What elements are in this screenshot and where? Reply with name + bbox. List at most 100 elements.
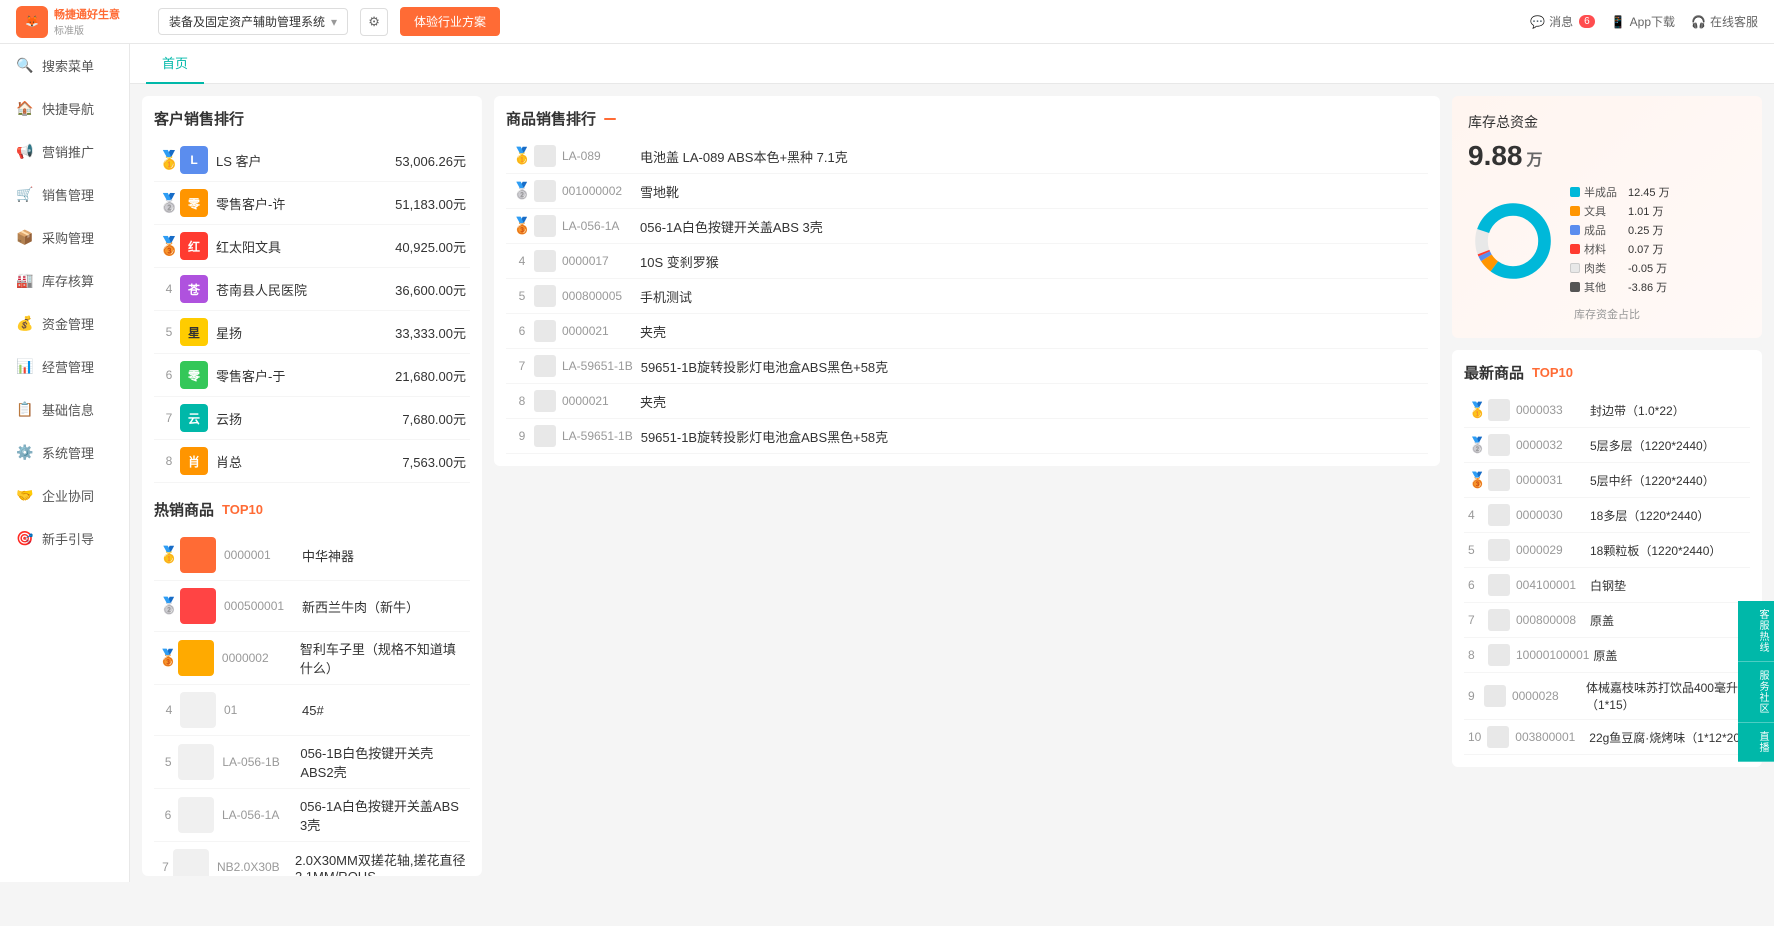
new-product-item[interactable]: 🥇 0000033 封边带（1.0*22） bbox=[1464, 393, 1750, 428]
legend-dot-finished bbox=[1570, 225, 1580, 235]
product-item[interactable]: 🥇 0000001 中华神器 bbox=[154, 530, 470, 581]
sidebar-item-company[interactable]: 🤝 企业协同 bbox=[0, 474, 129, 517]
np-medal: 🥉 bbox=[1468, 471, 1488, 489]
customer-amount: 53,006.26元 bbox=[395, 151, 466, 170]
sidebar-label-purchase: 采购管理 bbox=[42, 228, 94, 247]
np-name: 5层中纤（1220*2440） bbox=[1590, 472, 1715, 489]
rank-item[interactable]: 🥉 红 红太阳文具 40,925.00元 bbox=[154, 225, 470, 268]
np-name: 原盖 bbox=[1590, 612, 1614, 629]
sidebar-item-search[interactable]: 🔍 搜索菜单 bbox=[0, 44, 129, 87]
system-selector[interactable]: 装备及固定资产辅助管理系统 ▾ bbox=[158, 8, 348, 35]
product-item[interactable]: 🥈 000500001 新西兰牛肉（新牛） bbox=[154, 581, 470, 632]
rank-item[interactable]: 🥈 零 零售客户-许 51,183.00元 bbox=[154, 182, 470, 225]
rank-item[interactable]: 7 云 云扬 7,680.00元 bbox=[154, 397, 470, 440]
np-rank-num: 8 bbox=[1468, 648, 1488, 662]
sidebar-item-operation[interactable]: 📊 经营管理 bbox=[0, 345, 129, 388]
new-product-item[interactable]: 4 0000030 18多层（1220*2440） bbox=[1464, 498, 1750, 533]
product-rank-num: 6 bbox=[158, 808, 178, 822]
sidebar-label-inventory: 库存核算 bbox=[42, 271, 94, 290]
goods-item[interactable]: 🥈 001000002 雪地靴 bbox=[506, 174, 1428, 209]
online-service-button[interactable]: 🎧 在线客服 bbox=[1691, 13, 1758, 30]
goods-item[interactable]: 8 0000021 夹壳 bbox=[506, 384, 1428, 419]
np-rank-num: 9 bbox=[1468, 689, 1484, 703]
goods-item[interactable]: 5 000800005 手机测试 bbox=[506, 279, 1428, 314]
settings-button[interactable]: ⚙ bbox=[360, 8, 388, 36]
sidebar-item-guide[interactable]: 🎯 新手引导 bbox=[0, 517, 129, 560]
customer-amount: 21,680.00元 bbox=[395, 366, 466, 385]
np-thumb bbox=[1484, 685, 1506, 707]
new-product-item[interactable]: 🥉 0000031 5层中纤（1220*2440） bbox=[1464, 463, 1750, 498]
company-icon: 🤝 bbox=[16, 487, 34, 505]
sidebar-item-system[interactable]: ⚙️ 系统管理 bbox=[0, 431, 129, 474]
goods-item[interactable]: 7 LA-59651-1B 59651-1B旋转投影灯电池盒ABS黑色+58克 bbox=[506, 349, 1428, 384]
goods-item[interactable]: 9 LA-59651-1B 59651-1B旋转投影灯电池盒ABS黑色+58克 bbox=[506, 419, 1428, 454]
goods-medal: 🥇 bbox=[510, 146, 534, 166]
product-rank-medal: 🥈 bbox=[158, 596, 180, 616]
content-area: 客户销售排行 🥇 L LS 客户 53,006.26元 🥈 零 零售客户-许 5… bbox=[130, 84, 1774, 888]
sidebar-item-purchase[interactable]: 📦 采购管理 bbox=[0, 216, 129, 259]
product-code: 0000002 bbox=[222, 651, 292, 665]
goods-item[interactable]: 6 0000021 夹壳 bbox=[506, 314, 1428, 349]
goods-item[interactable]: 4 0000017 10S 变刹罗猴 bbox=[506, 244, 1428, 279]
new-product-item[interactable]: 5 0000029 18颗粒板（1220*2440） bbox=[1464, 533, 1750, 568]
sidebar-item-sales[interactable]: 🛒 销售管理 bbox=[0, 173, 129, 216]
np-code: 003800001 bbox=[1515, 730, 1585, 744]
mobile-icon: 📱 bbox=[1611, 15, 1626, 29]
product-item[interactable]: 🥉 0000002 智利车子里（规格不知道填什么） bbox=[154, 632, 470, 685]
top-right-area: 💬 消息 6 📱 App下载 🎧 在线客服 bbox=[1530, 13, 1758, 30]
new-product-item[interactable]: 🥈 0000032 5层多层（1220*2440） bbox=[1464, 428, 1750, 463]
tab-home[interactable]: 首页 bbox=[146, 44, 204, 84]
rank-item[interactable]: 🥇 L LS 客户 53,006.26元 bbox=[154, 139, 470, 182]
sidebar-label-operation: 经营管理 bbox=[42, 357, 94, 376]
service-hotline-button[interactable]: 客服热线 bbox=[1738, 601, 1774, 662]
new-product-item[interactable]: 9 0000028 体械嘉枝味苏打饮品400毫升（1*15） bbox=[1464, 673, 1750, 720]
np-rank-num: 10 bbox=[1468, 730, 1487, 744]
trial-button[interactable]: 体验行业方案 bbox=[400, 7, 500, 36]
product-item[interactable]: 7 NB2.0X30B 2.0X30MM双搓花轴,搓花直径2.1MM/ROHS bbox=[154, 842, 470, 876]
sidebar-item-inventory[interactable]: 🏭 库存核算 bbox=[0, 259, 129, 302]
legend-item-stationery: 文具 1.01 万 bbox=[1570, 203, 1670, 219]
rank-item[interactable]: 4 苍 苍南县人民医院 36,600.00元 bbox=[154, 268, 470, 311]
np-thumb bbox=[1488, 469, 1510, 491]
rank-number: 7 bbox=[158, 411, 180, 425]
service-community-button[interactable]: 服务社区 bbox=[1738, 662, 1774, 723]
product-code: 01 bbox=[224, 703, 294, 717]
sidebar-item-quicknav[interactable]: 🏠 快捷导航 bbox=[0, 87, 129, 130]
rank-item[interactable]: 6 零 零售客户-于 21,680.00元 bbox=[154, 354, 470, 397]
message-button[interactable]: 💬 消息 6 bbox=[1530, 13, 1595, 30]
product-item[interactable]: 4 01 45# bbox=[154, 685, 470, 736]
goods-item[interactable]: 🥇 LA-089 电池盖 LA-089 ABS本色+黑种 7.1克 bbox=[506, 139, 1428, 174]
np-thumb bbox=[1487, 726, 1509, 748]
donut-chart bbox=[1468, 196, 1558, 286]
sidebar-item-basic[interactable]: 📋 基础信息 bbox=[0, 388, 129, 431]
new-product-item[interactable]: 10 003800001 22g鱼豆腐·烧烤味（1*12*20） bbox=[1464, 720, 1750, 755]
np-rank-num: 4 bbox=[1468, 508, 1488, 522]
goods-code: 0000017 bbox=[562, 254, 632, 268]
goods-item[interactable]: 🥉 LA-056-1A 056-1A白色按键开关盖ABS 3壳 bbox=[506, 209, 1428, 244]
new-product-item[interactable]: 6 004100001 白钢垫 bbox=[1464, 568, 1750, 603]
inventory-title: 库存总资金 bbox=[1468, 112, 1746, 132]
customer-rank-header: 客户销售排行 bbox=[154, 108, 470, 129]
customer-name: 苍南县人民医院 bbox=[216, 280, 395, 299]
sidebar-item-marketing[interactable]: 📢 营销推广 bbox=[0, 130, 129, 173]
product-item[interactable]: 6 LA-056-1A 056-1A白色按键开关盖ABS 3壳 bbox=[154, 789, 470, 842]
rank-item[interactable]: 5 星 星扬 33,333.00元 bbox=[154, 311, 470, 354]
customer-badge: 云 bbox=[180, 404, 208, 432]
goods-rank-num: 6 bbox=[510, 324, 534, 338]
new-product-item[interactable]: 8 10000100001 原盖 bbox=[1464, 638, 1750, 673]
legend-dot-semifinished bbox=[1570, 187, 1580, 197]
product-rank-medal: 🥉 bbox=[158, 648, 178, 668]
goods-code: LA-056-1A bbox=[562, 219, 632, 233]
system-icon: ⚙️ bbox=[16, 444, 34, 462]
sidebar-label-quicknav: 快捷导航 bbox=[42, 99, 94, 118]
customer-badge: 红 bbox=[180, 232, 208, 260]
product-code: LA-056-1B bbox=[222, 755, 292, 769]
goods-rank-panel: 商品销售排行 🥇 LA-089 电池盖 LA-089 ABS本色+黑种 7.1克… bbox=[494, 96, 1440, 466]
rank-item[interactable]: 8 肖 肖总 7,563.00元 bbox=[154, 440, 470, 483]
app-download-button[interactable]: 📱 App下载 bbox=[1611, 13, 1675, 30]
product-item[interactable]: 5 LA-056-1B 056-1B白色按键开关壳ABS2壳 bbox=[154, 736, 470, 789]
service-live-button[interactable]: 直播 bbox=[1738, 723, 1774, 762]
sales-icon: 🛒 bbox=[16, 186, 34, 204]
sidebar-item-finance[interactable]: 💰 资金管理 bbox=[0, 302, 129, 345]
new-product-item[interactable]: 7 000800008 原盖 bbox=[1464, 603, 1750, 638]
